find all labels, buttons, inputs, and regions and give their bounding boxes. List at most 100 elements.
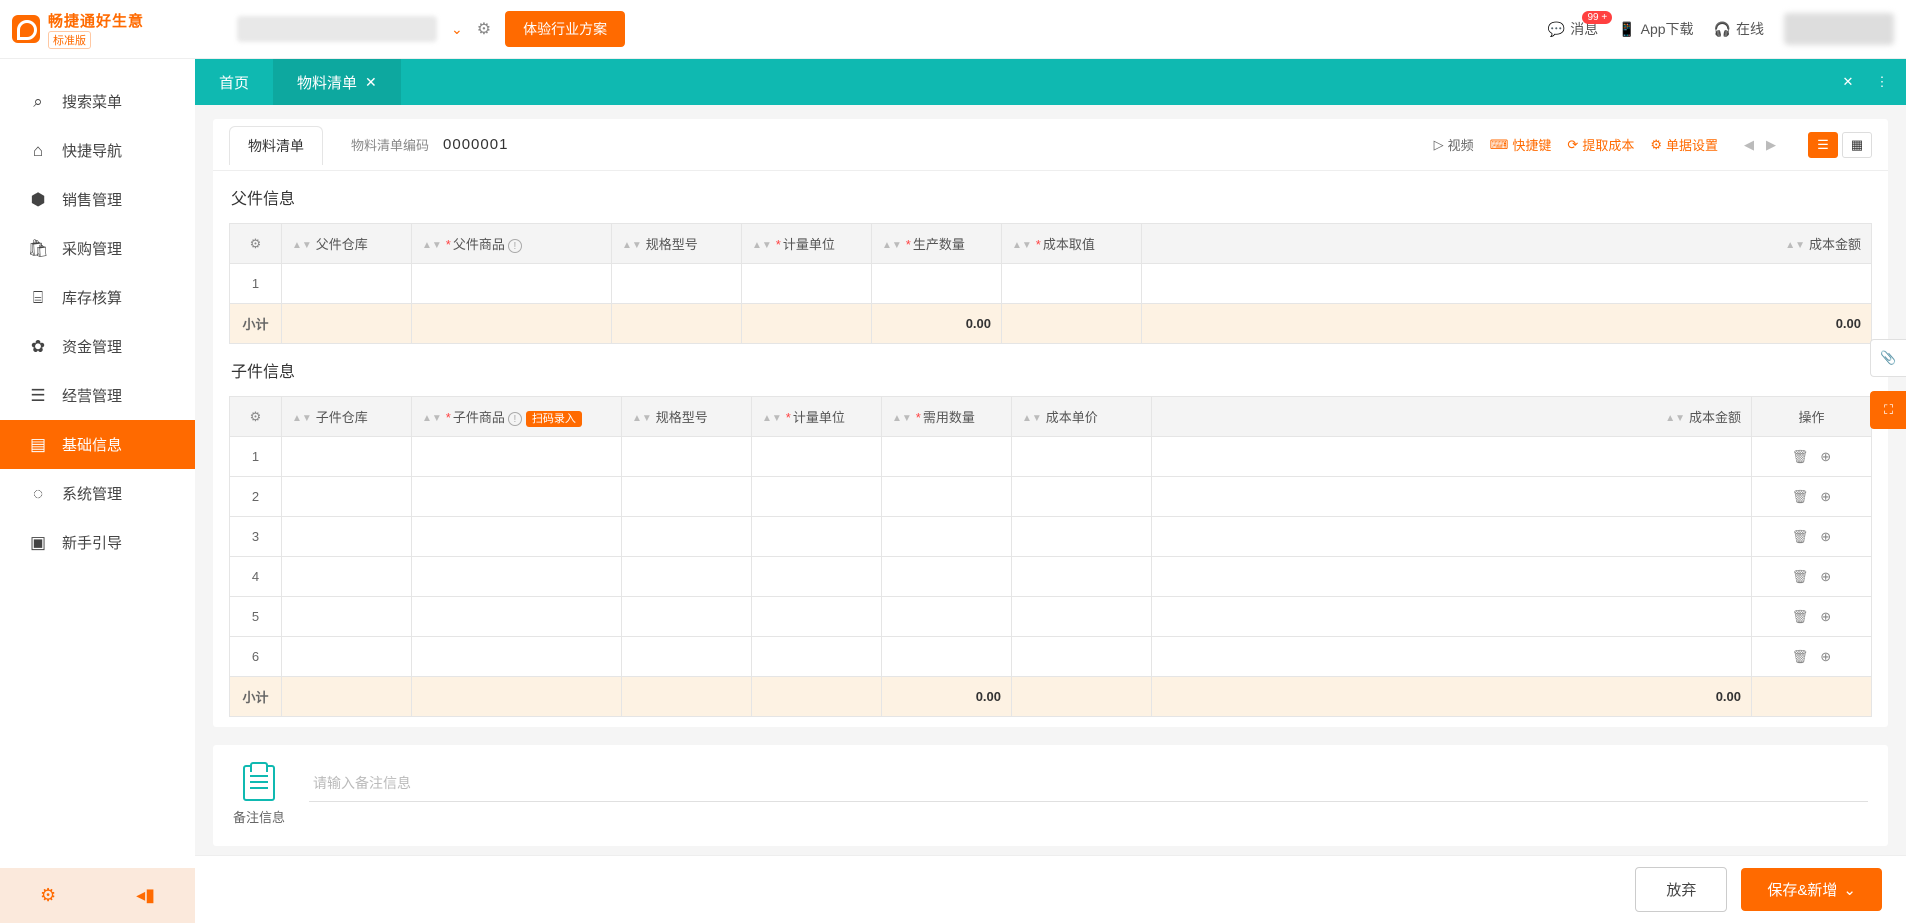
cell-spec[interactable] <box>622 437 752 477</box>
sidebar-item-business[interactable]: ☰经营管理 <box>0 371 195 420</box>
sort-icon[interactable]: ▲▼ <box>1012 243 1032 249</box>
delete-icon[interactable]: 🗑 <box>1792 489 1809 504</box>
sort-icon[interactable]: ▲▼ <box>422 243 442 249</box>
col-parent-qty[interactable]: ▲▼*生产数量 <box>872 224 1002 264</box>
col-parent-cost-method[interactable]: ▲▼*成本取值 <box>1002 224 1142 264</box>
view-list-button[interactable]: ☰ <box>1808 132 1838 158</box>
online-support-link[interactable]: 🎧 在线 <box>1714 19 1764 39</box>
cell-spec[interactable] <box>622 557 752 597</box>
cell-product[interactable] <box>412 557 622 597</box>
sidebar-item-funds[interactable]: ✿资金管理 <box>0 322 195 371</box>
cell-unit[interactable] <box>752 437 882 477</box>
col-parent-warehouse[interactable]: ▲▼父件仓库 <box>282 224 412 264</box>
sort-icon[interactable]: ▲▼ <box>622 243 642 249</box>
table-row[interactable]: 2🗑⊕ <box>230 477 1872 517</box>
sort-icon[interactable]: ▲▼ <box>292 243 312 249</box>
cell-warehouse[interactable] <box>282 597 412 637</box>
sort-icon[interactable]: ▲▼ <box>882 243 902 249</box>
col-child-cost-amount[interactable]: ▲▼成本金额 <box>1152 397 1752 437</box>
cell-cost-method[interactable] <box>1002 264 1142 304</box>
tab-more[interactable]: ⋮ <box>1868 68 1896 96</box>
delete-icon[interactable]: 🗑 <box>1792 569 1809 584</box>
cell-qty[interactable] <box>882 557 1012 597</box>
cell-qty[interactable] <box>872 264 1002 304</box>
cell-product[interactable] <box>412 637 622 677</box>
user-avatar-blurred[interactable] <box>1784 13 1894 45</box>
col-parent-unit[interactable]: ▲▼*计量单位 <box>742 224 872 264</box>
table-row[interactable]: 6🗑⊕ <box>230 637 1872 677</box>
tab-home[interactable]: 首页 <box>195 59 273 105</box>
cell-qty[interactable] <box>882 477 1012 517</box>
sidebar-item-basicinfo[interactable]: ▤基础信息 <box>0 420 195 469</box>
col-parent-product[interactable]: ▲▼*父件商品! <box>412 224 612 264</box>
discard-button[interactable]: 放弃 <box>1635 867 1727 912</box>
cell-unit[interactable] <box>742 264 872 304</box>
cell-product[interactable] <box>412 517 622 557</box>
sort-icon[interactable]: ▲▼ <box>752 243 772 249</box>
col-settings[interactable]: ⚙ <box>230 224 282 264</box>
sidebar-item-guide[interactable]: ▣新手引导 <box>0 518 195 567</box>
cell-qty[interactable] <box>882 517 1012 557</box>
cell-unit[interactable] <box>752 477 882 517</box>
table-row[interactable]: 3🗑⊕ <box>230 517 1872 557</box>
cell-qty[interactable] <box>882 637 1012 677</box>
gear-icon[interactable]: ⚙ <box>477 19 491 39</box>
sidebar-item-sales[interactable]: ⬢销售管理 <box>0 175 195 224</box>
cell-cost-amount[interactable] <box>1152 477 1752 517</box>
cell-warehouse[interactable] <box>282 637 412 677</box>
cell-warehouse[interactable] <box>282 264 412 304</box>
col-child-qty[interactable]: ▲▼*需用数量 <box>882 397 1012 437</box>
view-card-button[interactable]: ▦ <box>1842 132 1872 158</box>
cell-spec[interactable] <box>622 477 752 517</box>
col-settings[interactable]: ⚙ <box>230 397 282 437</box>
messages-link[interactable]: 💬 消息 99 + <box>1548 19 1598 39</box>
cta-button[interactable]: 体验行业方案 <box>505 11 625 47</box>
action-shortcut[interactable]: ⌨快捷键 <box>1490 135 1552 154</box>
cell-unit-cost[interactable] <box>1012 477 1152 517</box>
cell-product[interactable] <box>412 597 622 637</box>
cell-spec[interactable] <box>622 637 752 677</box>
col-child-product[interactable]: ▲▼*子件商品!扫码录入 <box>412 397 622 437</box>
col-parent-cost-amount[interactable]: ▲▼成本金额 <box>1142 224 1872 264</box>
add-row-icon[interactable]: ⊕ <box>1820 449 1831 464</box>
cell-cost-amount[interactable] <box>1152 557 1752 597</box>
info-icon[interactable]: ! <box>508 412 522 426</box>
cell-warehouse[interactable] <box>282 557 412 597</box>
cell-cost-amount[interactable] <box>1152 437 1752 477</box>
sidebar-item-inventory[interactable]: ⌸库存核算 <box>0 273 195 322</box>
attachment-button[interactable]: 📎 <box>1870 339 1906 377</box>
cell-spec[interactable] <box>622 517 752 557</box>
cell-product[interactable] <box>412 477 622 517</box>
cell-cost-amount[interactable] <box>1152 597 1752 637</box>
cell-cost-amount[interactable] <box>1142 264 1872 304</box>
cell-unit-cost[interactable] <box>1012 557 1152 597</box>
content-scroll[interactable]: 物料清单 物料清单编码 0000001 ▷视频 ⌨快捷键 ⟳提取成本 ⚙单据设置… <box>195 105 1906 855</box>
table-row[interactable]: 1 <box>230 264 1872 304</box>
cell-warehouse[interactable] <box>282 437 412 477</box>
sort-icon[interactable]: ▲▼ <box>762 416 782 422</box>
add-row-icon[interactable]: ⊕ <box>1820 649 1831 664</box>
action-doc-settings[interactable]: ⚙单据设置 <box>1650 135 1718 154</box>
settings-icon[interactable]: ⚙ <box>40 885 56 906</box>
sidebar-item-quicknav[interactable]: ⌂快捷导航 <box>0 126 195 175</box>
cell-unit-cost[interactable] <box>1012 637 1152 677</box>
tab-bom[interactable]: 物料清单✕ <box>273 59 401 105</box>
chevron-down-icon[interactable]: ⌄ <box>451 21 463 38</box>
cell-unit[interactable] <box>752 637 882 677</box>
col-child-unit[interactable]: ▲▼*计量单位 <box>752 397 882 437</box>
cell-unit-cost[interactable] <box>1012 597 1152 637</box>
cell-warehouse[interactable] <box>282 477 412 517</box>
cell-cost-amount[interactable] <box>1152 637 1752 677</box>
cell-warehouse[interactable] <box>282 517 412 557</box>
cell-unit[interactable] <box>752 517 882 557</box>
sort-icon[interactable]: ▲▼ <box>422 416 442 422</box>
sidebar-item-search[interactable]: ⌕搜索菜单 <box>0 77 195 126</box>
remark-input[interactable] <box>309 765 1868 802</box>
add-row-icon[interactable]: ⊕ <box>1820 529 1831 544</box>
sort-icon[interactable]: ▲▼ <box>1665 416 1685 422</box>
sort-icon[interactable]: ▲▼ <box>892 416 912 422</box>
collapse-icon[interactable]: ◂▮ <box>136 885 155 906</box>
expand-button[interactable]: ⛶ <box>1870 391 1906 429</box>
panel-tab-bom[interactable]: 物料清单 <box>229 126 323 165</box>
tab-close-all[interactable]: ✕ <box>1834 68 1862 96</box>
